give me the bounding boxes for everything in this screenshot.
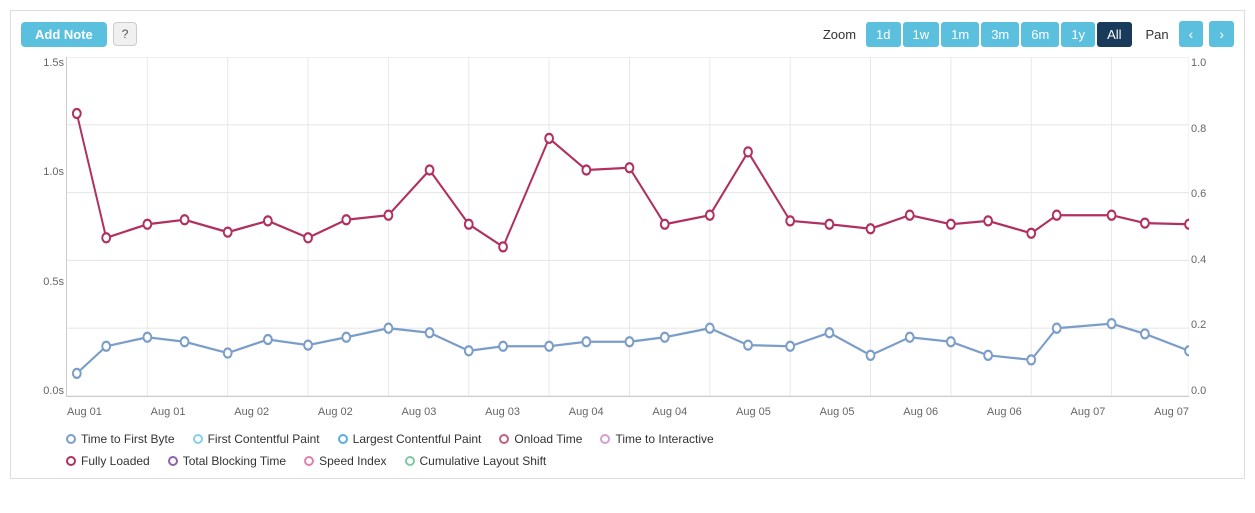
pan-right-button[interactable]: › bbox=[1209, 21, 1234, 47]
zoom-group: 1d 1w 1m 3m 6m 1y All bbox=[866, 22, 1131, 47]
pan-left-button[interactable]: ‹ bbox=[1179, 21, 1204, 47]
x-axis: Aug 01 Aug 01 Aug 02 Aug 02 Aug 03 Aug 0… bbox=[67, 406, 1189, 418]
y-left-label-3: 0.0s bbox=[28, 385, 64, 397]
legend-fully-loaded: Fully Loaded bbox=[66, 454, 150, 468]
y-right-label-0: 1.0 bbox=[1191, 57, 1225, 69]
x-label-5: Aug 03 bbox=[485, 406, 520, 418]
chart-wrapper: 1.5s 1.0s 0.5s 0.0s 1.0 0.8 0.6 0.4 0.2 … bbox=[66, 57, 1189, 397]
legend-tti: Time to Interactive bbox=[600, 432, 713, 446]
y-right-label-3: 0.4 bbox=[1191, 254, 1225, 266]
fully-loaded-dot bbox=[66, 456, 76, 466]
zoom-3m-button[interactable]: 3m bbox=[981, 22, 1019, 47]
tti-dot bbox=[600, 434, 610, 444]
y-right-label-5: 0.0 bbox=[1191, 385, 1225, 397]
ttfb-dot bbox=[66, 434, 76, 444]
fcp-dot bbox=[193, 434, 203, 444]
chart-container: Add Note ? Zoom 1d 1w 1m 3m 6m 1y All Pa… bbox=[10, 10, 1245, 479]
legend: Time to First Byte First Contentful Pain… bbox=[66, 432, 1234, 468]
chart-area: Aug 01 Aug 01 Aug 02 Aug 02 Aug 03 Aug 0… bbox=[66, 57, 1189, 397]
ttfb-line bbox=[77, 324, 1189, 374]
x-label-6: Aug 04 bbox=[569, 406, 604, 418]
zoom-1y-button[interactable]: 1y bbox=[1061, 22, 1095, 47]
x-label-2: Aug 02 bbox=[234, 406, 269, 418]
legend-lcp: Largest Contentful Paint bbox=[338, 432, 482, 446]
y-left-label-0: 1.5s bbox=[28, 57, 64, 69]
x-label-7: Aug 04 bbox=[652, 406, 687, 418]
toolbar: Add Note ? Zoom 1d 1w 1m 3m 6m 1y All Pa… bbox=[21, 21, 1234, 47]
x-label-8: Aug 05 bbox=[736, 406, 771, 418]
cls-label: Cumulative Layout Shift bbox=[420, 454, 547, 468]
x-label-4: Aug 03 bbox=[402, 406, 437, 418]
x-label-1: Aug 01 bbox=[151, 406, 186, 418]
tbt-label: Total Blocking Time bbox=[183, 454, 286, 468]
speed-index-dot bbox=[304, 456, 314, 466]
add-note-button[interactable]: Add Note bbox=[21, 22, 107, 47]
fully-loaded-line bbox=[77, 114, 1189, 247]
legend-ttfb: Time to First Byte bbox=[66, 432, 175, 446]
ttfb-label: Time to First Byte bbox=[81, 432, 175, 446]
y-axis-right: 1.0 0.8 0.6 0.4 0.2 0.0 bbox=[1191, 57, 1225, 397]
onload-label: Onload Time bbox=[514, 432, 582, 446]
legend-cls: Cumulative Layout Shift bbox=[405, 454, 547, 468]
fcp-label: First Contentful Paint bbox=[208, 432, 320, 446]
y-right-label-1: 0.8 bbox=[1191, 123, 1225, 135]
legend-tbt: Total Blocking Time bbox=[168, 454, 286, 468]
y-left-label-2: 0.5s bbox=[28, 276, 64, 288]
zoom-1m-button[interactable]: 1m bbox=[941, 22, 979, 47]
zoom-6m-button[interactable]: 6m bbox=[1021, 22, 1059, 47]
x-label-11: Aug 06 bbox=[987, 406, 1022, 418]
help-button[interactable]: ? bbox=[113, 22, 138, 46]
zoom-1w-button[interactable]: 1w bbox=[903, 22, 940, 47]
x-label-9: Aug 05 bbox=[820, 406, 855, 418]
tti-label: Time to Interactive bbox=[615, 432, 713, 446]
x-label-3: Aug 02 bbox=[318, 406, 353, 418]
onload-dot bbox=[499, 434, 509, 444]
x-label-0: Aug 01 bbox=[67, 406, 102, 418]
lcp-label: Largest Contentful Paint bbox=[353, 432, 482, 446]
x-label-13: Aug 07 bbox=[1154, 406, 1189, 418]
legend-fcp: First Contentful Paint bbox=[193, 432, 320, 446]
speed-index-label: Speed Index bbox=[319, 454, 386, 468]
lcp-dot bbox=[338, 434, 348, 444]
cls-dot bbox=[405, 456, 415, 466]
x-label-10: Aug 06 bbox=[903, 406, 938, 418]
zoom-label: Zoom bbox=[823, 27, 856, 42]
y-axis-left: 1.5s 1.0s 0.5s 0.0s bbox=[28, 57, 64, 397]
pan-label: Pan bbox=[1146, 27, 1169, 42]
zoom-1d-button[interactable]: 1d bbox=[866, 22, 900, 47]
zoom-all-button[interactable]: All bbox=[1097, 22, 1131, 47]
fully-loaded-label: Fully Loaded bbox=[81, 454, 150, 468]
y-right-label-2: 0.6 bbox=[1191, 188, 1225, 200]
tbt-dot bbox=[168, 456, 178, 466]
y-left-label-1: 1.0s bbox=[28, 166, 64, 178]
x-label-12: Aug 07 bbox=[1071, 406, 1106, 418]
legend-speed-index: Speed Index bbox=[304, 454, 386, 468]
legend-onload: Onload Time bbox=[499, 432, 582, 446]
y-right-label-4: 0.2 bbox=[1191, 319, 1225, 331]
chart-svg bbox=[67, 57, 1189, 396]
